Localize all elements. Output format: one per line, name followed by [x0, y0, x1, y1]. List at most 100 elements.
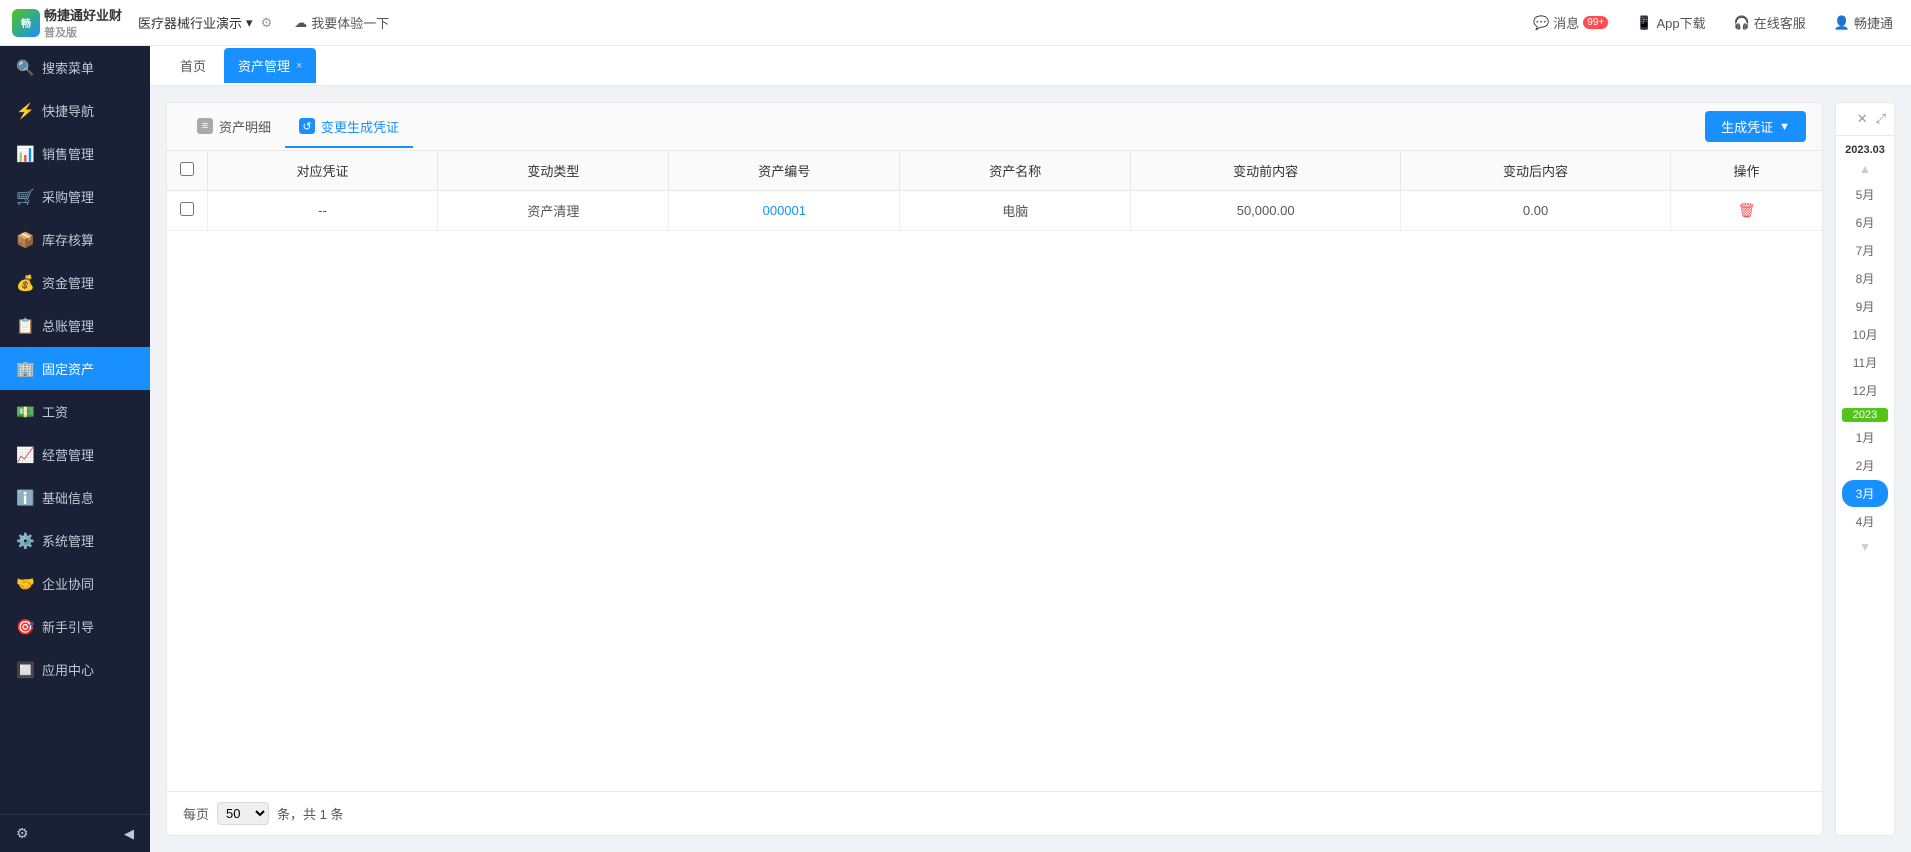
pagination-bar: 每页 50 10 20 100 条，共 1 条 [167, 791, 1822, 835]
timeline-month-5[interactable]: 5月 [1842, 181, 1888, 208]
row-after-change: 0.00 [1401, 191, 1671, 231]
page-size-select[interactable]: 50 10 20 100 [217, 802, 269, 825]
timeline-month-12[interactable]: 12月 [1842, 377, 1888, 404]
experience-btn[interactable]: ☁ 我要体验一下 [288, 9, 395, 36]
row-voucher: -- [207, 191, 438, 231]
sidebar-item-search[interactable]: 🔍 搜索菜单 [0, 46, 150, 89]
enterprise-icon: 🤝 [16, 575, 34, 593]
sidebar-item-enterprise[interactable]: 🤝 企业协同 [0, 562, 150, 605]
user-btn[interactable]: 👤 畅捷通 [1828, 9, 1899, 36]
sidebar-item-inventory[interactable]: 📦 库存核算 [0, 218, 150, 261]
row-checkbox[interactable] [180, 202, 194, 216]
select-all-checkbox[interactable] [180, 162, 194, 176]
lightning-icon: ⚡ [16, 102, 34, 120]
timeline-down-btn[interactable]: ▼ [1836, 536, 1894, 558]
timeline-month-2023-3[interactable]: 3月 [1842, 480, 1888, 507]
app-logo: 畅 畅捷通好业财 普及版 [12, 5, 122, 40]
delete-row-btn[interactable]: 🗑 [1738, 202, 1756, 218]
tab-home[interactable]: 首页 [166, 48, 220, 83]
sidebar-item-quick-nav[interactable]: ⚡ 快捷导航 [0, 89, 150, 132]
user-icon: 👤 [1834, 15, 1850, 31]
timeline-month-8[interactable]: 8月 [1842, 265, 1888, 292]
sidebar-item-payroll[interactable]: 💵 工资 [0, 390, 150, 433]
payroll-icon: 💵 [16, 403, 34, 421]
header-tools: 💬 消息 99+ 📱 App下载 🎧 在线客服 👤 畅捷通 [1527, 9, 1899, 36]
change-voucher-tab-icon: ↺ [299, 118, 315, 134]
panel-close-btn[interactable]: ✕ [1855, 109, 1870, 129]
timeline-month-6[interactable]: 6月 [1842, 209, 1888, 236]
sub-tabs: ≡ 资产明细 ↺ 变更生成凭证 生成凭证 ▼ [167, 103, 1822, 151]
table-header-action: 操作 [1671, 151, 1823, 191]
panel-expand-btn[interactable]: ⤢ [1874, 109, 1888, 129]
timeline-month-2023-4[interactable]: 4月 [1842, 508, 1888, 535]
main-layout: 🔍 搜索菜单 ⚡ 快捷导航 📊 销售管理 🛒 采购管理 📦 库存核算 💰 [0, 46, 1911, 852]
company-selector[interactable]: 医疗器械行业演示 ▾ ⚙ [130, 9, 280, 36]
tab-asset-management[interactable]: 资产管理 × [224, 48, 316, 83]
app-title: 畅捷通好业财 [44, 5, 122, 24]
timeline-up-btn[interactable]: ▲ [1836, 158, 1894, 180]
table-container: 对应凭证 变动类型 资产编号 资产名称 变动前内容 变动后内容 操作 [167, 151, 1822, 791]
cloud-icon: ☁ [294, 15, 307, 31]
tab-close-btn[interactable]: × [296, 60, 302, 72]
timeline-year-2023-badge[interactable]: 2023 [1842, 408, 1888, 422]
info-icon: ℹ️ [16, 489, 34, 507]
message-btn[interactable]: 💬 消息 99+ [1527, 9, 1614, 36]
sidebar-item-purchase[interactable]: 🛒 采购管理 [0, 175, 150, 218]
app-download-btn[interactable]: 📱 App下载 [1630, 9, 1711, 36]
logo-icon: 畅 [12, 9, 40, 37]
right-panel: ✕ ⤢ 2023.03 ▲ 5月 6月 7月 8月 9月 10月 11月 12月… [1835, 102, 1895, 836]
content-area: 首页 资产管理 × ≡ 资产明细 [150, 46, 1911, 852]
app-center-icon: 🔲 [16, 661, 34, 679]
sidebar-scroll: 🔍 搜索菜单 ⚡ 快捷导航 📊 销售管理 🛒 采购管理 📦 库存核算 💰 [0, 46, 150, 814]
timeline-month-2023-1[interactable]: 1月 [1842, 424, 1888, 451]
timeline-month-2023-2[interactable]: 2月 [1842, 452, 1888, 479]
customer-service-btn[interactable]: 🎧 在线客服 [1728, 9, 1812, 36]
operations-icon: 📈 [16, 446, 34, 464]
asset-detail-tab-icon: ≡ [197, 118, 213, 134]
purchase-icon: 🛒 [16, 188, 34, 206]
row-change-type: 资产清理 [438, 191, 669, 231]
sidebar-item-ledger[interactable]: 📋 总账管理 [0, 304, 150, 347]
company-name: 医疗器械行业演示 [138, 13, 242, 32]
sidebar-item-guide[interactable]: 🎯 新手引导 [0, 605, 150, 648]
sidebar-item-operations[interactable]: 📈 经营管理 [0, 433, 150, 476]
row-asset-code[interactable]: 000001 [669, 191, 900, 231]
service-icon: 🎧 [1734, 15, 1750, 31]
dropdown-icon: ▾ [246, 15, 253, 31]
sidebar-item-system[interactable]: ⚙️ 系统管理 [0, 519, 150, 562]
sub-tab-asset-detail[interactable]: ≡ 资产明细 [183, 107, 285, 148]
message-icon: 💬 [1533, 15, 1549, 31]
ledger-icon: 📋 [16, 317, 34, 335]
timeline-month-7[interactable]: 7月 [1842, 237, 1888, 264]
page-content: ≡ 资产明细 ↺ 变更生成凭证 生成凭证 ▼ [150, 86, 1911, 852]
row-checkbox-cell [167, 191, 207, 231]
sidebar-item-finance[interactable]: 💰 资金管理 [0, 261, 150, 304]
data-table: 对应凭证 变动类型 资产编号 资产名称 变动前内容 变动后内容 操作 [167, 151, 1822, 231]
timeline-month-11[interactable]: 11月 [1842, 349, 1888, 376]
download-icon: 📱 [1636, 15, 1652, 31]
sidebar-item-fixed-assets[interactable]: 🏢 固定资产 [0, 347, 150, 390]
table-row: -- 资产清理 000001 电脑 50,000.00 0.00 🗑 [167, 191, 1822, 231]
main-panel: ≡ 资产明细 ↺ 变更生成凭证 生成凭证 ▼ [166, 102, 1823, 836]
message-badge: 99+ [1583, 16, 1608, 29]
table-header-change-type: 变动类型 [438, 151, 669, 191]
sub-tab-change-voucher[interactable]: ↺ 变更生成凭证 [285, 107, 413, 148]
sidebar-item-app-center[interactable]: 🔲 应用中心 [0, 648, 150, 691]
settings-icon[interactable]: ⚙ [261, 15, 273, 31]
timeline-month-10[interactable]: 10月 [1842, 321, 1888, 348]
header-left: 畅 畅捷通好业财 普及版 医疗器械行业演示 ▾ ⚙ ☁ 我要体验一下 [12, 5, 395, 40]
table-header-checkbox [167, 151, 207, 191]
generate-voucher-btn[interactable]: 生成凭证 ▼ [1705, 111, 1806, 142]
app-version: 普及版 [44, 24, 122, 40]
settings-footer-icon[interactable]: ⚙ [16, 825, 29, 842]
table-header-asset-code: 资产编号 [669, 151, 900, 191]
generate-btn-arrow: ▼ [1779, 121, 1790, 133]
sidebar-item-sales[interactable]: 📊 销售管理 [0, 132, 150, 175]
system-icon: ⚙️ [16, 532, 34, 550]
timeline-month-9[interactable]: 9月 [1842, 293, 1888, 320]
sidebar-collapse-btn[interactable]: ◀ [124, 826, 134, 842]
inventory-icon: 📦 [16, 231, 34, 249]
sidebar-item-basic-info[interactable]: ℹ️ 基础信息 [0, 476, 150, 519]
total-label: 条，共 1 条 [277, 804, 343, 823]
per-page-label: 每页 [183, 804, 209, 823]
